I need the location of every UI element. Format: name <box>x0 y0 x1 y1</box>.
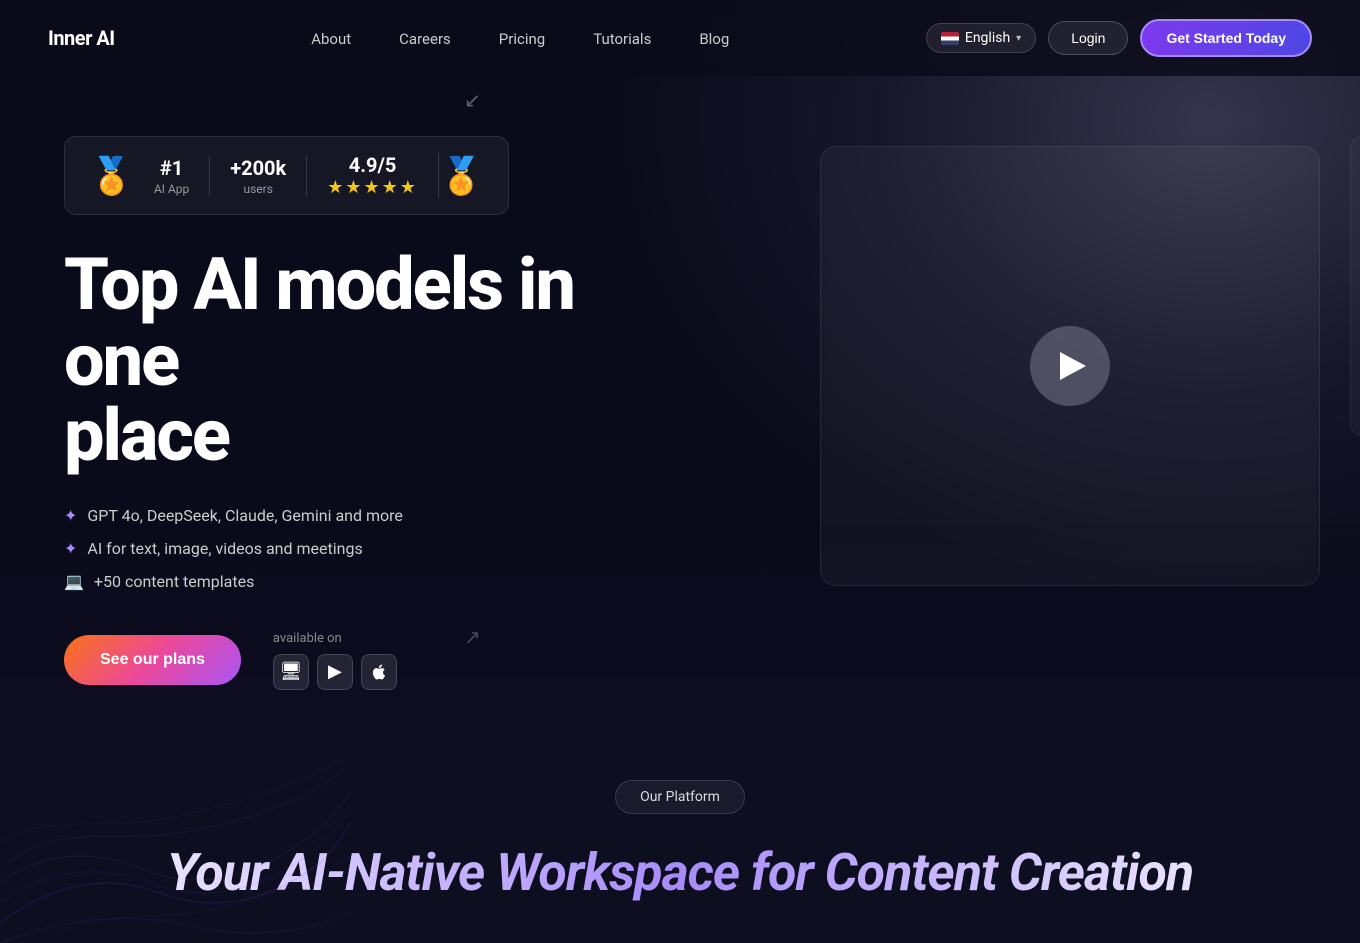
feature-item-0: ✦ GPT 4o, DeepSeek, Claude, Gemini and m… <box>64 506 636 525</box>
play-button[interactable] <box>1030 326 1110 406</box>
laurel-left: 🏅 <box>89 158 134 194</box>
award-rating: 4.9/5 ★★★★★ <box>307 153 439 198</box>
nav-item-careers[interactable]: Careers <box>399 29 451 48</box>
hero-section: ↙ ↗ 🏅 #1 AI App +200k users 4.9/5 ★★★★★ … <box>0 0 1360 720</box>
play-triangle-icon <box>1060 352 1086 380</box>
side-panel-1 <box>1350 136 1360 436</box>
platform-desktop-icon[interactable]: 🖥 <box>273 654 309 690</box>
hero-heading: Top AI models in one place <box>64 247 636 474</box>
nav-item-pricing[interactable]: Pricing <box>499 29 545 48</box>
navbar: Inner AI About Careers Pricing Tutorials… <box>0 0 1360 76</box>
flag-icon <box>941 32 959 45</box>
nav-item-blog[interactable]: Blog <box>699 29 729 48</box>
video-panel <box>820 146 1320 586</box>
login-button[interactable]: Login <box>1048 21 1128 55</box>
nav-right: English ▾ Login Get Started Today <box>926 19 1312 57</box>
cta-row: See our plans available on 🖥 ▶ <box>64 631 636 690</box>
get-started-button[interactable]: Get Started Today <box>1140 19 1312 57</box>
hero-content: 🏅 #1 AI App +200k users 4.9/5 ★★★★★ 🏅 To… <box>0 76 700 690</box>
nav-links: About Careers Pricing Tutorials Blog <box>311 29 729 48</box>
feature-item-1: ✦ AI for text, image, videos and meeting… <box>64 539 636 558</box>
platform-icons: 🖥 ▶ <box>273 654 397 690</box>
side-panels <box>1350 136 1360 436</box>
bottom-heading: Your AI-Native Workspace for Content Cre… <box>0 842 1360 903</box>
nav-logo[interactable]: Inner AI <box>48 26 115 50</box>
language-selector[interactable]: English ▾ <box>926 23 1036 53</box>
sparkle-icon-0: ✦ <box>64 506 77 525</box>
award-rank: #1 AI App <box>134 156 210 196</box>
laptop-icon: 💻 <box>64 572 84 591</box>
platform-apple-icon[interactable] <box>361 654 397 690</box>
award-users: +200k users <box>210 156 307 196</box>
feature-list: ✦ GPT 4o, DeepSeek, Claude, Gemini and m… <box>64 506 636 591</box>
chevron-down-icon: ▾ <box>1016 33 1021 44</box>
laurel-right: 🏅 <box>439 158 484 194</box>
platform-android-icon[interactable]: ▶ <box>317 654 353 690</box>
available-on: available on 🖥 ▶ <box>273 631 397 690</box>
feature-item-2: 💻 +50 content templates <box>64 572 636 591</box>
sparkle-icon-1: ✦ <box>64 539 77 558</box>
lang-label: English <box>965 30 1010 46</box>
our-platform-badge[interactable]: Our Platform <box>615 780 745 814</box>
awards-bar: 🏅 #1 AI App +200k users 4.9/5 ★★★★★ 🏅 <box>64 136 509 215</box>
bottom-section: Our Platform Your AI-Native Workspace fo… <box>0 720 1360 943</box>
hero-video-area <box>720 76 1360 656</box>
see-plans-button[interactable]: See our plans <box>64 635 241 685</box>
nav-item-about[interactable]: About <box>311 29 351 48</box>
nav-item-tutorials[interactable]: Tutorials <box>593 29 651 48</box>
